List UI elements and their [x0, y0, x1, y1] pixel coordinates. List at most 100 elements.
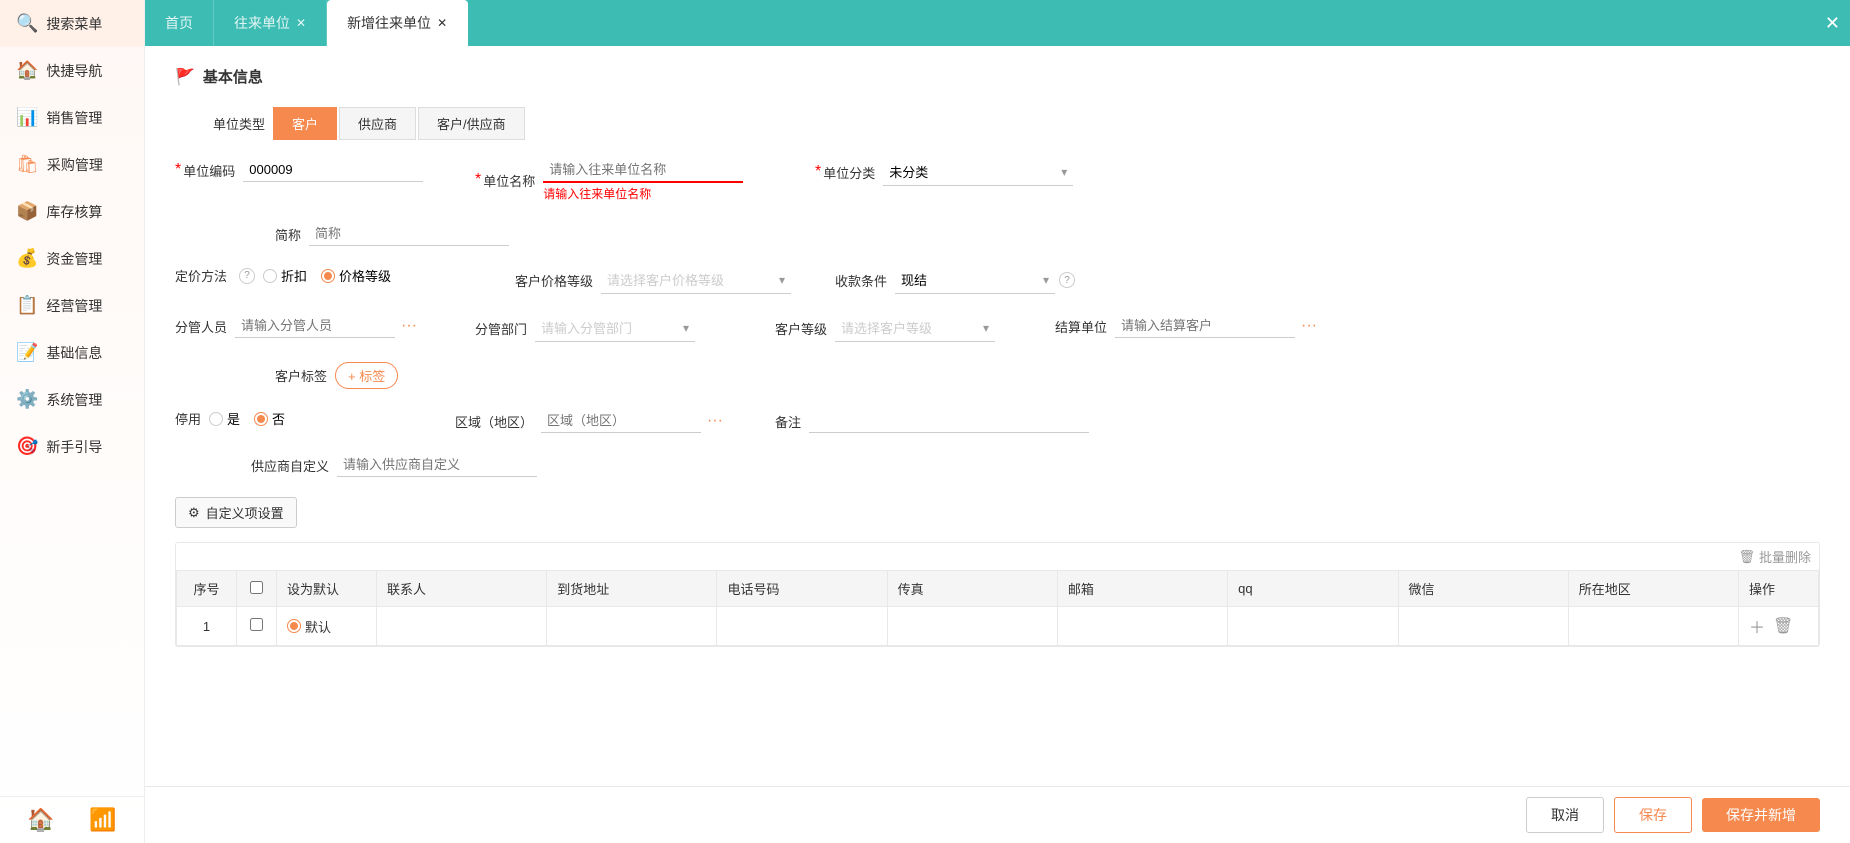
payment-chevron-icon: ▾	[1043, 273, 1049, 287]
disabled-radio-no[interactable]: 否	[254, 409, 285, 428]
add-row-btn[interactable]: ＋	[1749, 614, 1765, 638]
sidebar-item-system[interactable]: ⚙️ 系统管理	[0, 376, 144, 423]
field-remark: 备注	[775, 409, 1089, 433]
disabled-label: 停用	[175, 409, 201, 428]
customer-price-placeholder: 请选择客户价格等级	[607, 270, 724, 289]
code-input[interactable]	[243, 158, 423, 182]
tab-new-partner-close[interactable]: ✕	[437, 16, 447, 30]
pricing-radio-price-level[interactable]: 价格等级	[321, 266, 391, 285]
disabled-radio-yes-circle	[209, 412, 223, 426]
tab-home[interactable]: 首页	[145, 0, 214, 46]
field-customer-tag: 客户标签 + 标签	[275, 362, 398, 389]
td-seq: 1	[177, 607, 237, 646]
pricing-radio-group: 折扣 价格等级	[263, 266, 391, 285]
settlement-input[interactable]	[1115, 314, 1295, 338]
cancel-button[interactable]: 取消	[1526, 797, 1604, 833]
payment-help-icon[interactable]: ?	[1059, 272, 1075, 288]
manager-input[interactable]	[235, 314, 395, 338]
unit-type-customer[interactable]: 客户	[273, 107, 337, 140]
main-content: 首页 往来单位 ✕ 新增往来单位 ✕ ✕ 🚩 基本信息 单位类型 客户 供应商 …	[145, 0, 1850, 843]
contact-table-wrapper: 🗑 批量删除 序号 设为默认 联系人 到货地址 电话号码 传真 邮箱 qq	[175, 542, 1820, 647]
sidebar-item-search[interactable]: 🔍 搜索菜单	[0, 0, 144, 47]
save-button[interactable]: 保存	[1614, 797, 1692, 833]
department-select[interactable]: 请输入分管部门 ▾	[535, 314, 695, 342]
unit-type-label: 单位类型	[175, 114, 265, 133]
region-more-btn[interactable]: ···	[707, 412, 723, 430]
pricing-help-icon[interactable]: ?	[239, 268, 255, 284]
settlement-more-btn[interactable]: ···	[1301, 317, 1317, 335]
customer-level-select[interactable]: 请选择客户等级 ▾	[835, 314, 995, 342]
department-placeholder: 请输入分管部门	[541, 318, 632, 337]
address-input[interactable]	[557, 619, 706, 634]
finance-icon: 💰	[16, 248, 38, 269]
disabled-radio-yes[interactable]: 是	[209, 409, 240, 428]
remark-input[interactable]	[809, 409, 1089, 433]
unit-type-supplier[interactable]: 供应商	[339, 107, 416, 140]
region-table-input[interactable]	[1579, 619, 1728, 634]
manager-more-btn[interactable]: ···	[401, 317, 417, 335]
tab-partner-list-close[interactable]: ✕	[296, 16, 306, 30]
fax-input[interactable]	[898, 619, 1047, 634]
tab-new-partner[interactable]: 新增往来单位 ✕	[327, 0, 468, 46]
field-settlement: 结算单位 ···	[1055, 314, 1317, 338]
sidebar-item-inventory[interactable]: 📦 库存核算	[0, 188, 144, 235]
sidebar-item-purchase[interactable]: 🛍 采购管理	[0, 141, 144, 188]
customer-tag-label: 客户标签	[275, 366, 327, 385]
sidebar-label-purchase: 采购管理	[47, 155, 103, 175]
row-default-label: 默认	[305, 617, 331, 636]
bulk-delete-btn[interactable]: 🗑 批量删除	[1738, 547, 1811, 566]
tab-partner-list[interactable]: 往来单位 ✕	[214, 0, 327, 46]
add-tag-btn[interactable]: + 标签	[335, 362, 398, 389]
sidebar-stats-btn[interactable]: 📶	[89, 807, 116, 833]
settlement-label: 结算单位	[1055, 317, 1107, 336]
pricing-radio-discount[interactable]: 折扣	[263, 266, 307, 285]
customer-price-chevron-icon: ▾	[779, 273, 785, 287]
th-qq: qq	[1228, 571, 1398, 607]
category-select[interactable]: 未分类 ▾	[883, 158, 1073, 186]
alias-input[interactable]	[309, 222, 509, 246]
table-row: 1 默认	[177, 607, 1819, 646]
custom-settings-btn[interactable]: ⚙ 自定义项设置	[175, 497, 297, 528]
row-checkbox[interactable]	[250, 618, 263, 631]
row-pricing: 定价方法 ? 折扣 价格等级 客户价格等级 请选择客户价格等级	[175, 266, 1820, 298]
supplier-custom-label: 供应商自定义	[251, 456, 329, 475]
customer-level-label: 客户等级	[775, 319, 827, 338]
unit-type-both[interactable]: 客户/供应商	[418, 107, 525, 140]
contact-table: 序号 设为默认 联系人 到货地址 电话号码 传真 邮箱 qq 微信 所在地区 操…	[176, 570, 1819, 646]
sidebar-label-search: 搜索菜单	[46, 14, 102, 34]
region-label: 区域（地区）	[455, 412, 533, 431]
global-close-btn[interactable]: ✕	[1825, 13, 1840, 34]
table-header: 序号 设为默认 联系人 到货地址 电话号码 传真 邮箱 qq 微信 所在地区 操…	[177, 571, 1819, 607]
name-input[interactable]	[543, 158, 743, 183]
email-input[interactable]	[1068, 619, 1217, 634]
contact-input[interactable]	[387, 619, 536, 634]
sidebar-item-basic-info[interactable]: 📝 基础信息	[0, 329, 144, 376]
customer-level-placeholder: 请选择客户等级	[841, 318, 932, 337]
qq-input[interactable]	[1238, 619, 1387, 634]
wechat-input[interactable]	[1409, 619, 1558, 634]
payment-label: 收款条件	[835, 271, 887, 290]
phone-input[interactable]	[727, 619, 876, 634]
td-email	[1057, 607, 1227, 646]
row-default-radio[interactable]: 默认	[287, 617, 366, 636]
th-select-all[interactable]	[250, 581, 263, 594]
customer-price-select[interactable]: 请选择客户价格等级 ▾	[601, 266, 791, 294]
region-input[interactable]	[541, 409, 701, 433]
sidebar-label-quick-nav: 快捷导航	[46, 61, 102, 81]
search-icon: 🔍	[16, 13, 38, 34]
sidebar-item-sales[interactable]: 📊 销售管理	[0, 94, 144, 141]
sidebar-item-newbie[interactable]: 🎯 新手引导	[0, 423, 144, 470]
sidebar-label-finance: 资金管理	[46, 249, 102, 269]
pricing-label: 定价方法	[175, 266, 227, 285]
payment-select[interactable]: 现结 ▾	[895, 266, 1055, 294]
sidebar-home-btn[interactable]: 🏠	[27, 807, 54, 833]
sidebar-item-quick-nav[interactable]: 🏠 快捷导航	[0, 47, 144, 94]
supplier-custom-input[interactable]	[337, 453, 537, 477]
field-payment: 收款条件 现结 ▾ ?	[835, 266, 1075, 294]
sidebar-item-operations[interactable]: 📋 经营管理	[0, 282, 144, 329]
save-new-button[interactable]: 保存并新增	[1702, 798, 1820, 832]
delete-row-btn[interactable]: 🗑	[1773, 616, 1793, 636]
home-icon: 🏠	[16, 60, 38, 81]
inventory-icon: 📦	[16, 201, 38, 222]
sidebar-item-finance[interactable]: 💰 资金管理	[0, 235, 144, 282]
